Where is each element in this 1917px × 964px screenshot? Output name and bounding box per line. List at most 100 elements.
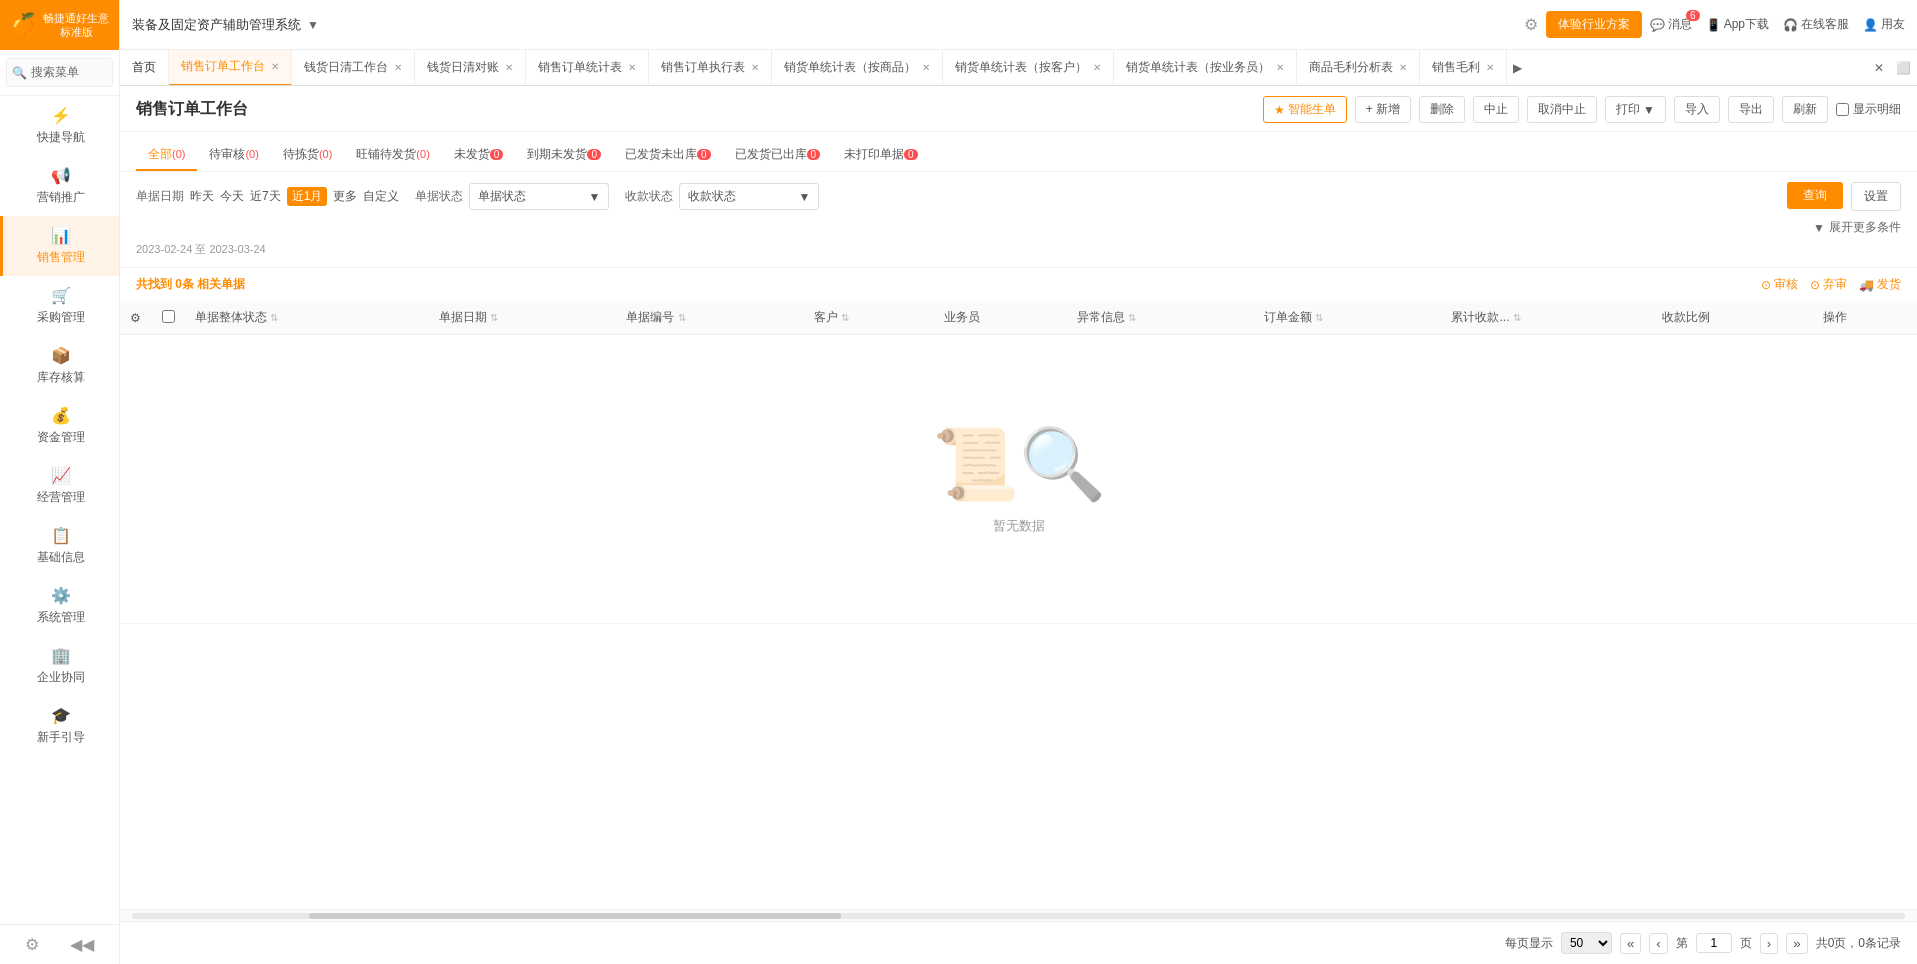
msg-item[interactable]: 💬 消息 6 xyxy=(1650,16,1692,33)
payment-select[interactable]: 收款状态 ▼ xyxy=(679,183,819,210)
audit-btn[interactable]: ⊙ 审核 xyxy=(1761,276,1798,293)
next-page-btn[interactable]: › xyxy=(1760,933,1778,954)
subtab-not-printed[interactable]: 未打印单据0 xyxy=(832,140,930,171)
topbar-gear-icon[interactable]: ⚙ xyxy=(1524,15,1538,34)
tab-close-sales-summary-staff[interactable]: ✕ xyxy=(1276,62,1284,73)
subtab-pending-check[interactable]: 待拣货(0) xyxy=(271,140,344,171)
tab-close-cash-daily[interactable]: ✕ xyxy=(394,62,402,73)
delete-btn[interactable]: 删除 xyxy=(1419,96,1465,123)
tab-cash-reconcile[interactable]: 钱货日清对账 ✕ xyxy=(415,50,526,86)
tabbar-more-btn[interactable]: ▶ xyxy=(1507,61,1528,75)
expand-conditions-btn[interactable]: ▼ 展开更多条件 xyxy=(1813,219,1901,236)
system-dropdown[interactable]: ▼ xyxy=(307,18,319,32)
date-opt-custom[interactable]: 自定义 xyxy=(363,188,399,205)
col-amount[interactable]: 订单金额 ⇅ xyxy=(1254,301,1441,335)
tab-sales-workbench[interactable]: 销售订单工作台✕ xyxy=(169,50,292,86)
col-date[interactable]: 单据日期 ⇅ xyxy=(429,301,616,335)
sidebar-item-marketing[interactable]: 📢营销推广 xyxy=(0,156,119,216)
tab-close-sales-profit[interactable]: ✕ xyxy=(1486,62,1494,73)
sidebar-item-base-info[interactable]: 📋基础信息 xyxy=(0,516,119,576)
refresh-btn[interactable]: 刷新 xyxy=(1782,96,1828,123)
online-service-item[interactable]: 🎧 在线客服 xyxy=(1783,16,1849,33)
sidebar-item-sys-mgmt[interactable]: ⚙️系统管理 xyxy=(0,576,119,636)
search-menu-button[interactable]: 🔍 搜索菜单 xyxy=(6,58,113,87)
tab-close-sales-workbench[interactable]: ✕ xyxy=(271,61,279,72)
tab-close-sales-stats[interactable]: ✕ xyxy=(628,62,636,73)
sidebar-item-enterprise[interactable]: 🏢企业协同 xyxy=(0,636,119,696)
tab-cash-daily[interactable]: 钱货日清工作台✕ xyxy=(292,50,415,86)
sidebar-item-purchase[interactable]: 🛒采购管理 xyxy=(0,276,119,336)
tab-close-gross-margin[interactable]: ✕ xyxy=(1399,62,1407,73)
subtab-not-shipped[interactable]: 未发货0 xyxy=(442,140,516,171)
col-checkbox[interactable] xyxy=(152,301,185,335)
scrollbar-thumb[interactable] xyxy=(309,913,841,919)
show-detail-label[interactable]: 显示明细 xyxy=(1836,101,1901,118)
tab-sales-stats[interactable]: 销售订单统计表✕ xyxy=(526,50,649,86)
select-all-checkbox[interactable] xyxy=(162,310,175,323)
add-btn[interactable]: + 新增 xyxy=(1355,96,1411,123)
date-opt-yesterday[interactable]: 昨天 xyxy=(190,188,214,205)
status-select[interactable]: 单据状态 ▼ xyxy=(469,183,609,210)
tab-sales-summary-customer[interactable]: 销货单统计表（按客户）✕ xyxy=(943,50,1114,86)
query-btn[interactable]: 查询 xyxy=(1787,182,1843,209)
last-page-btn[interactable]: » xyxy=(1786,933,1807,954)
user-item[interactable]: 👤 用友 xyxy=(1863,16,1905,33)
sidebar-item-guide[interactable]: 🎓新手引导 xyxy=(0,696,119,756)
collapse-icon[interactable]: ◀◀ xyxy=(70,935,94,954)
col-exception[interactable]: 异常信息 ⇅ xyxy=(1067,301,1254,335)
date-opt-1month[interactable]: 近1月 xyxy=(287,187,328,206)
app-download-item[interactable]: 📱 App下载 xyxy=(1706,16,1769,33)
subtab-shipped-not-out[interactable]: 已发货未出库0 xyxy=(613,140,723,171)
col-settings[interactable]: ⚙ xyxy=(120,301,152,335)
col-customer[interactable]: 客户 ⇅ xyxy=(804,301,935,335)
date-opt-7days[interactable]: 近7天 xyxy=(250,188,281,205)
tab-close-sales-summary-product[interactable]: ✕ xyxy=(922,62,930,73)
date-opt-more[interactable]: 更多 xyxy=(333,188,357,205)
prev-page-btn[interactable]: ‹ xyxy=(1649,933,1667,954)
tab-close-cash-reconcile[interactable]: ✕ xyxy=(505,62,513,73)
ship-btn[interactable]: 🚚 发货 xyxy=(1859,276,1901,293)
tabbar-maximize-btn[interactable]: ⬜ xyxy=(1890,50,1917,86)
col-number[interactable]: 单据编号 ⇅ xyxy=(616,301,803,335)
subtab-overdue-not-shipped[interactable]: 到期未发货0 xyxy=(515,140,613,171)
tab-sales-profit[interactable]: 销售毛利✕ xyxy=(1420,50,1507,86)
tab-close-sales-summary-customer[interactable]: ✕ xyxy=(1093,62,1101,73)
page-size-select[interactable]: 50 10 20 100 xyxy=(1561,932,1612,954)
subtab-pending-review[interactable]: 待审核(0) xyxy=(197,140,270,171)
settings-icon[interactable]: ⚙ xyxy=(25,935,39,954)
tab-sales-summary-staff[interactable]: 销货单统计表（按业务员）✕ xyxy=(1114,50,1297,86)
page-input[interactable] xyxy=(1696,933,1732,953)
show-detail-checkbox[interactable] xyxy=(1836,103,1849,116)
sidebar-item-operation[interactable]: 📈经营管理 xyxy=(0,456,119,516)
print-btn[interactable]: 打印 ▼ xyxy=(1605,96,1666,123)
tab-close-sales-exec[interactable]: ✕ xyxy=(751,62,759,73)
sidebar-item-finance[interactable]: 💰资金管理 xyxy=(0,396,119,456)
suspend-btn[interactable]: 中止 xyxy=(1473,96,1519,123)
set-btn[interactable]: 设置 xyxy=(1851,182,1901,211)
subtab-all[interactable]: 全部(0) xyxy=(136,140,197,171)
col-status[interactable]: 单据整体状态 ⇅ xyxy=(185,301,429,335)
col-staff[interactable]: 业务员 xyxy=(934,301,1066,335)
industry-btn[interactable]: 体验行业方案 xyxy=(1546,11,1642,38)
first-page-btn[interactable]: « xyxy=(1620,933,1641,954)
smart-create-btn[interactable]: ★ 智能生单 xyxy=(1263,96,1347,123)
import-btn[interactable]: 导入 xyxy=(1674,96,1720,123)
subtab-wangpu-ship[interactable]: 旺铺待发货(0) xyxy=(344,140,441,171)
subtab-shipped-out[interactable]: 已发货已出库0 xyxy=(723,140,833,171)
nav-label-quick-nav: 快捷导航 xyxy=(37,129,85,146)
export-btn[interactable]: 导出 xyxy=(1728,96,1774,123)
cancel-audit-btn[interactable]: ⊙ 弃审 xyxy=(1810,276,1847,293)
tab-home[interactable]: 首页 xyxy=(120,50,169,86)
sidebar-item-quick-nav[interactable]: ⚡快捷导航 xyxy=(0,96,119,156)
date-opt-today[interactable]: 今天 xyxy=(220,188,244,205)
empty-icon: 📜🔍 xyxy=(932,423,1106,505)
tab-gross-margin[interactable]: 商品毛利分析表✕ xyxy=(1297,50,1420,86)
sidebar-item-inventory[interactable]: 📦库存核算 xyxy=(0,336,119,396)
tab-sales-exec[interactable]: 销售订单执行表✕ xyxy=(649,50,772,86)
sidebar-item-sales[interactable]: 📊销售管理 xyxy=(0,216,119,276)
tab-label-cash-reconcile: 钱货日清对账 xyxy=(427,59,499,76)
tab-sales-summary-product[interactable]: 销货单统计表（按商品）✕ xyxy=(772,50,943,86)
col-cumulative[interactable]: 累计收款... ⇅ xyxy=(1441,301,1652,335)
tabbar-close-all-btn[interactable]: ✕ xyxy=(1868,50,1890,86)
cancel-suspend-btn[interactable]: 取消中止 xyxy=(1527,96,1597,123)
